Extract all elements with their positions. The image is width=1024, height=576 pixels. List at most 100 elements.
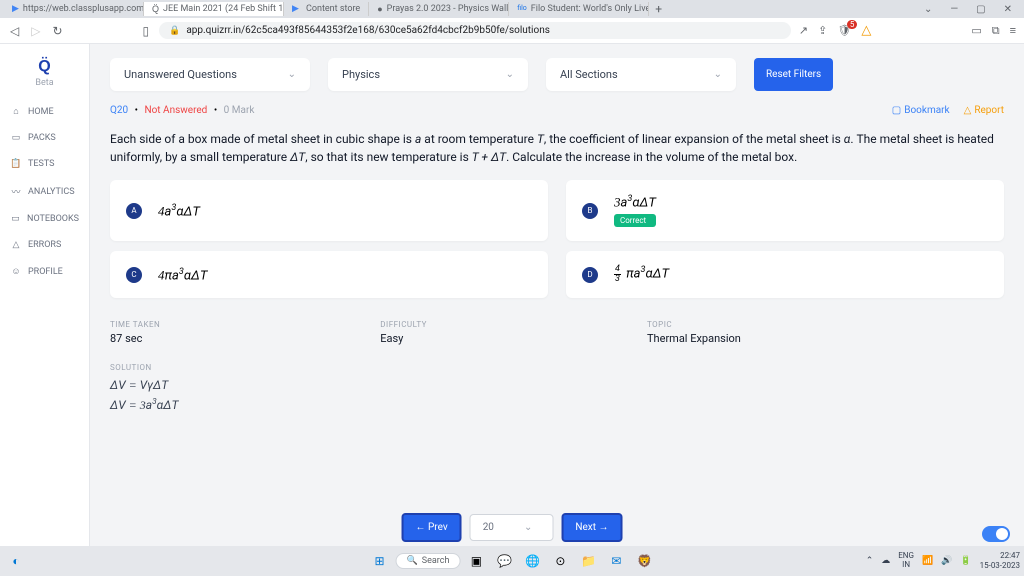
report-button[interactable]: △Report: [964, 105, 1004, 116]
menu-icon[interactable]: ≡: [1010, 24, 1016, 37]
start-icon[interactable]: ⊞: [368, 551, 392, 571]
correct-badge: Correct: [614, 214, 656, 227]
share-icon[interactable]: ⇪: [818, 24, 827, 37]
meta-time: TIME TAKEN 87 sec: [110, 320, 160, 345]
prev-button[interactable]: ← Prev: [402, 513, 462, 542]
window-controls: ⌄ — ▢ ✕: [916, 4, 1020, 15]
solution-equation: ΔV = VγΔT: [110, 378, 1004, 393]
reader-icon[interactable]: ▯: [141, 24, 152, 38]
option-b[interactable]: B 3a3αΔT Correct: [566, 180, 1004, 241]
page-select[interactable]: 20⌄: [470, 514, 554, 541]
tests-icon: 📋: [10, 159, 22, 169]
extension-icon[interactable]: 🛡5: [837, 24, 851, 37]
filter-section[interactable]: All Sections⌄: [546, 58, 736, 91]
solution-equation: ΔV = 3a3αΔT: [110, 397, 1004, 413]
maximize-icon[interactable]: ▢: [976, 4, 985, 15]
chevron-down-icon: ⌄: [524, 522, 532, 533]
pip-icon[interactable]: ⧉: [992, 24, 1000, 38]
toggle-switch[interactable]: [982, 526, 1010, 542]
browser-tab[interactable]: ▶Content store: [284, 2, 369, 16]
errors-icon: △: [10, 240, 22, 250]
sidebar-item-tests[interactable]: 📋TESTS: [0, 151, 89, 177]
mail-icon[interactable]: ✉: [604, 551, 628, 571]
options-grid: A 4a3αΔT B 3a3αΔT Correct C 4πa3αΔT D 43…: [110, 180, 1004, 298]
option-d[interactable]: D 43 πa3αΔT: [566, 251, 1004, 298]
question-status: Not Answered: [144, 105, 207, 116]
onedrive-icon[interactable]: ☁: [881, 556, 890, 566]
option-badge: A: [126, 203, 142, 219]
forward-button[interactable]: ▷: [29, 24, 42, 38]
reload-button[interactable]: ↻: [50, 24, 64, 38]
sidebar-item-errors[interactable]: △ERRORS: [0, 232, 89, 258]
tab-favicon: ▶: [12, 4, 19, 14]
filter-subject[interactable]: Physics⌄: [328, 58, 528, 91]
tab-favicon: ●: [377, 4, 382, 14]
back-button[interactable]: ◁: [8, 24, 21, 38]
sidebar-item-profile[interactable]: ☺PROFILE: [0, 258, 89, 285]
option-badge: B: [582, 203, 598, 219]
minimize-icon[interactable]: —: [950, 4, 958, 15]
language-indicator[interactable]: ENGIN: [898, 552, 914, 570]
question-mark: 0 Mark: [224, 105, 255, 116]
chevron-down-icon: ⌄: [506, 69, 514, 80]
tray-chevron-icon[interactable]: ⌃: [866, 556, 874, 566]
option-a[interactable]: A 4a3αΔT: [110, 180, 548, 241]
edge-icon[interactable]: 🌐: [520, 551, 544, 571]
address-bar: ◁ ▷ ↻ ▯ 🔒 app.quizrr.in/62c5ca493f856443…: [0, 18, 1024, 44]
filter-answered[interactable]: Unanswered Questions⌄: [110, 58, 310, 91]
chat-icon[interactable]: 💬: [492, 551, 516, 571]
browser-tab-strip: ▶https://web.classplusapp.com/newApp Q̈J…: [0, 0, 1024, 18]
chevron-down-icon[interactable]: ⌄: [924, 4, 932, 15]
new-tab-button[interactable]: +: [649, 2, 668, 16]
tab-favicon: filo: [517, 4, 527, 14]
next-button[interactable]: Next →: [561, 513, 622, 542]
close-icon[interactable]: ✕: [1004, 4, 1012, 15]
meta-difficulty: DIFFICULTY Easy: [380, 320, 427, 345]
explorer-icon[interactable]: 📁: [576, 551, 600, 571]
sidebar-item-packs[interactable]: ▭PACKS: [0, 125, 89, 151]
cortana-icon[interactable]: ◐: [4, 551, 28, 571]
tab-view-icon[interactable]: ▭: [971, 24, 981, 37]
sidebar-item-analytics[interactable]: 〰ANALYTICS: [0, 177, 89, 206]
browser-tab[interactable]: Q̈JEE Main 2021 (24 Feb Shift 1) - Q×: [144, 2, 284, 16]
battery-icon[interactable]: 🔋: [960, 556, 971, 566]
chevron-down-icon: ⌄: [714, 69, 722, 80]
main-content: Unanswered Questions⌄ Physics⌄ All Secti…: [90, 44, 1024, 546]
sidebar-item-home[interactable]: ⌂HOME: [0, 98, 89, 125]
lock-icon: 🔒: [169, 26, 180, 36]
question-meta: TIME TAKEN 87 sec DIFFICULTY Easy TOPIC …: [110, 320, 1004, 345]
option-text: 4a3αΔT: [158, 203, 200, 219]
browser-tab[interactable]: ●Prayas 2.0 2023 - Physics Wallah: [369, 2, 509, 16]
task-view-icon[interactable]: ▣: [464, 551, 488, 571]
tab-favicon: Q̈: [152, 4, 159, 14]
taskbar-search[interactable]: 🔍Search: [396, 553, 461, 569]
url-input[interactable]: 🔒 app.quizrr.in/62c5ca493f85644353f2e168…: [159, 22, 791, 39]
meta-topic: TOPIC Thermal Expansion: [647, 320, 741, 345]
search-icon: 🔍: [407, 556, 418, 566]
option-badge: D: [582, 267, 598, 283]
app-icon[interactable]: ⊙: [548, 551, 572, 571]
browser-tab[interactable]: filoFilo Student: World's Only Live Inst…: [509, 2, 649, 16]
toggle-knob: [996, 528, 1008, 540]
sidebar-item-notebooks[interactable]: ▭NOTEBOOKS: [0, 206, 89, 232]
analytics-icon: 〰: [10, 185, 22, 198]
home-icon: ⌂: [10, 106, 22, 117]
reset-filters-button[interactable]: Reset Filters: [754, 58, 833, 91]
bookmark-button[interactable]: ▢Bookmark: [892, 105, 950, 116]
option-text: 3a3αΔT: [614, 194, 656, 210]
option-c[interactable]: C 4πa3αΔT: [110, 251, 548, 298]
app-logo[interactable]: Q̈: [0, 52, 89, 78]
brave-icon[interactable]: 🦁: [632, 551, 656, 571]
question-text: Each side of a box made of metal sheet i…: [110, 130, 1004, 166]
warning-icon: △: [964, 105, 972, 116]
chevron-down-icon: ⌄: [288, 69, 296, 80]
browser-tab[interactable]: ▶https://web.classplusapp.com/newApp: [4, 2, 144, 16]
clock[interactable]: 22:4715-03-2023: [980, 551, 1020, 570]
bookmark-icon: ▢: [892, 105, 901, 116]
open-external-icon[interactable]: ↗: [799, 24, 808, 37]
option-text: 4πa3αΔT: [158, 267, 207, 283]
volume-icon[interactable]: 🔊: [941, 556, 952, 566]
warning-icon[interactable]: △: [861, 23, 871, 38]
wifi-icon[interactable]: 📶: [922, 556, 933, 566]
question-header: Q20 • Not Answered • 0 Mark ▢Bookmark △R…: [110, 105, 1004, 116]
